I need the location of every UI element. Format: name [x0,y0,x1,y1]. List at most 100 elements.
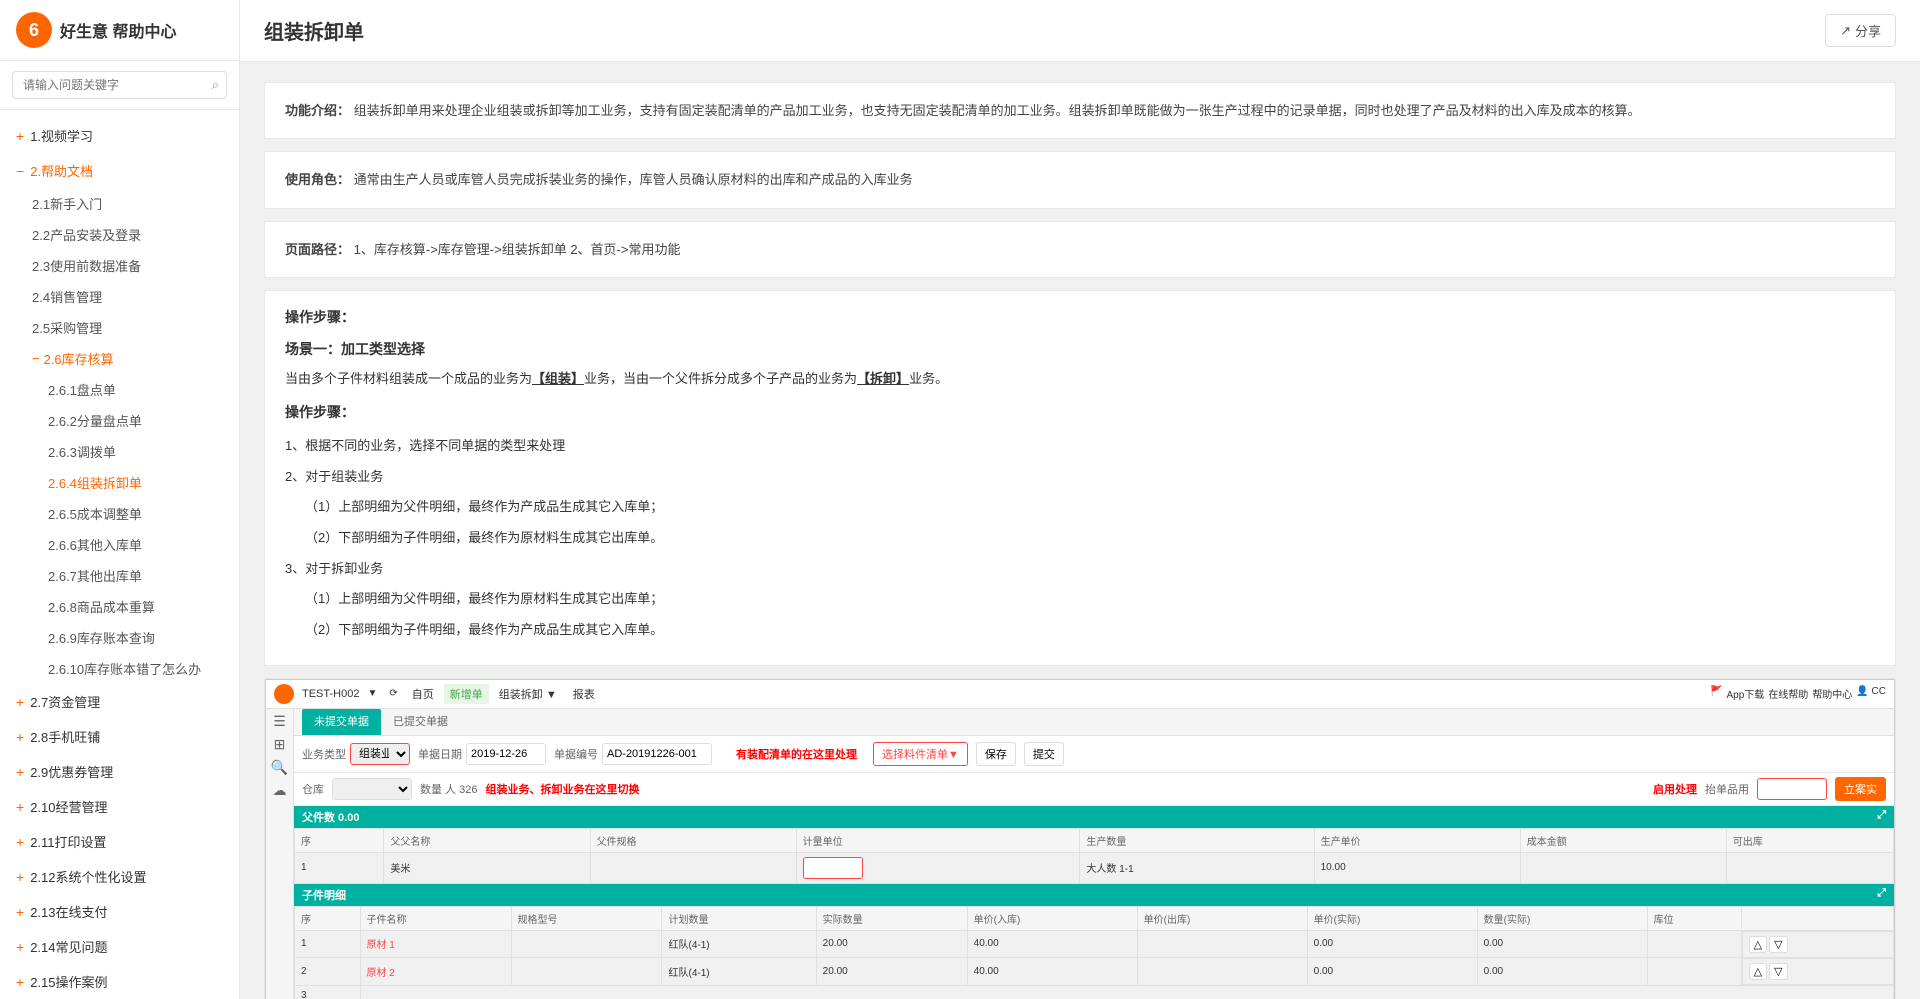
mock-toolbar-2: 仓库 数量 人 326 组装业务、拆卸业务在这里切换 启用处理 抬单品用 立案实 [294,773,1894,806]
sidebar-item-docs-2-14[interactable]: + 2.14常见问题 [0,929,239,964]
mock-menu-new[interactable]: 新增单 [444,684,489,704]
cell-prod-qty: 大人数 1-1 [1080,852,1314,883]
sidebar-item-docs-2-6-7[interactable]: 2.6.7其他出库单 [0,560,239,591]
col-parent-spec: 父件规格 [590,828,796,852]
mock-lower-expand-icon[interactable]: ⤢ [1877,887,1886,903]
mock-btn-confirm[interactable]: 立案实 [1835,777,1886,801]
lcol-spec: 规格型号 [511,906,662,930]
sidebar-item-docs-2-13[interactable]: + 2.13在线支付 [0,894,239,929]
sidebar-item-docs-2-1[interactable]: 2.1新手入门 [0,188,239,219]
sidebar-item-video[interactable]: + 1.视频学习 [0,118,239,153]
sidebar-item-docs-2-12[interactable]: + 2.12系统个性化设置 [0,859,239,894]
cell-unit [796,852,1080,883]
sidebar-item-docs-2-2[interactable]: 2.2产品安装及登录 [0,219,239,250]
app-title: 好生意 帮助中心 [60,18,176,42]
sidebar-item-docs[interactable]: − 2.帮助文档 [0,153,239,188]
mock-user-icon[interactable]: 帮助中心 [1812,686,1852,701]
row-btn-up-2[interactable]: △ [1749,963,1767,980]
sidebar-item-docs-2-10[interactable]: + 2.10经营管理 [0,789,239,824]
plus-icon: + [16,128,24,144]
share-button[interactable]: ↗ 分享 [1825,14,1896,47]
sidebar-item-docs-2-11[interactable]: + 2.11打印设置 [0,824,239,859]
mock-btn-submit[interactable]: 提交 [1024,742,1064,766]
sidebar-item-docs-2-6-10[interactable]: 2.6.10库存账本错了怎么办 [0,653,239,684]
mock-btn-save[interactable]: 保存 [976,742,1016,766]
sidebar-item-docs-2-8[interactable]: + 2.8手机旺铺 [0,719,239,754]
search-input[interactable] [12,71,227,99]
sidebar-item-docs-2-15[interactable]: + 2.15操作案例 [0,964,239,999]
intro-section: 功能介绍： 组装拆卸单用来处理企业组装或拆卸等加工业务，支持有固定装配清单的产品… [264,82,1896,139]
sidebar-item-docs-2-6-9[interactable]: 2.6.9库存账本查询 [0,622,239,653]
mock-tab-uncommitted[interactable]: 未提交单据 [302,709,381,735]
sidebar-item-docs-2-7[interactable]: + 2.7资金管理 [0,684,239,719]
mock-available-input[interactable] [1757,778,1827,800]
mock-upper-header: 父件数 0.00 ⤢ [294,806,1894,828]
search-icon[interactable]: ⌕ [212,77,219,93]
plus-icon-2-10: + [16,799,24,815]
table-row: 3 [295,985,1894,999]
mock-app-icon[interactable]: App下载 [1727,686,1765,701]
lcol-price-out: 单价(出库) [1137,906,1307,930]
mock-refresh-icon[interactable]: ⟳ [389,688,397,699]
col-seq: 序 [295,828,384,852]
mock-upper-expand-icon[interactable]: ⤢ [1877,809,1886,825]
steps-label: 操作步骤： [285,402,1875,422]
mock-warehouse-select[interactable] [332,778,412,800]
mock-tab-committed[interactable]: 已提交单据 [381,709,460,735]
share-icon: ↗ [1840,23,1851,39]
scene1-desc: 当由多个子件材料组装成一个成品的业务为【组装】业务，当由一个父件拆分成多个子产品… [285,367,1875,392]
sidebar-item-docs-2-4[interactable]: 2.4销售管理 [0,281,239,312]
sidebar-header: 6 好生意 帮助中心 [0,0,239,61]
mock-help-icon[interactable]: 在线帮助 [1768,686,1808,701]
step2-2: （2）下部明细为子件明细，最终作为原材料生成其它出库单。 [285,526,1875,551]
plus-icon-2-11: + [16,834,24,850]
lcol-location: 库位 [1647,906,1741,930]
lcol-price-actual: 单价(实际) [1307,906,1477,930]
row-btn-down[interactable]: ▽ [1769,936,1787,953]
sidebar-item-docs-2-5[interactable]: 2.5采购管理 [0,312,239,343]
mock-warehouse-label: 仓库 [302,781,324,797]
mock-lower-title: 子件明细 [302,887,346,903]
page-title: 组装拆卸单 [264,16,364,45]
sidebar-item-docs-2-6-1[interactable]: 2.6.1盘点单 [0,374,239,405]
sidebar-item-docs-2-6-4[interactable]: 2.6.4组装拆卸单 [0,467,239,498]
plus-icon-2-8: + [16,729,24,745]
mock-upper-table-container: 序 父父名称 父件规格 计量单位 生产数量 生产单价 成本金额 可出库 [294,828,1894,884]
sidebar-item-docs-2-6-2[interactable]: 2.6.2分量盘点单 [0,405,239,436]
nav-list: + 1.视频学习 − 2.帮助文档 2.1新手入门 2.2产品安装及登录 2.3… [0,110,239,999]
mock-menu-report[interactable]: 报表 [567,684,601,704]
mock-no-input[interactable] [602,743,712,765]
search-box: ⌕ [0,61,239,110]
mock-biz-type-select[interactable]: 组装业务 拆卸业务 [350,743,410,765]
mock-upper-table: 序 父父名称 父件规格 计量单位 生产数量 生产单价 成本金额 可出库 [294,828,1894,884]
step2-1: （1）上部明细为父件明细，最终作为产成品生成其它入库单； [285,495,1875,520]
mock-date-input[interactable] [466,743,546,765]
sidebar: 6 好生意 帮助中心 ⌕ + 1.视频学习 − 2.帮助文档 2.1新手入门 2… [0,0,240,999]
mock-menu-home[interactable]: 自页 [406,684,440,704]
ops-label: 操作步骤： [285,307,1875,327]
steps-section: 操作步骤： 场景一：加工类型选择 当由多个子件材料组装成一个成品的业务为【组装】… [264,290,1896,666]
plus-icon-2-9: + [16,764,24,780]
mock-btn-parts[interactable]: 选择料件清单▼ [873,742,968,766]
sidebar-item-docs-2-6-8[interactable]: 2.6.8商品成本重算 [0,591,239,622]
mock-biz-type-label: 业务类型 [302,746,346,762]
row-btn-down-2[interactable]: ▽ [1769,963,1787,980]
table-row: 2 原材 2 红队(4-1) 20.00 40.00 0.00 0.00 [295,958,1894,986]
mock-available-label: 抬单品用 [1705,781,1749,797]
sidebar-item-docs-2-9[interactable]: + 2.9优惠券管理 [0,754,239,789]
mock-menu-assembly[interactable]: 组装拆卸 ▼ [493,684,563,704]
mock-logo-icon [274,684,294,704]
sidebar-item-docs-2-3[interactable]: 2.3使用前数据准备 [0,250,239,281]
mock-left-icon-1: ☰ [273,713,286,730]
row-btn-up[interactable]: △ [1749,936,1767,953]
scene1-title: 场景一：加工类型选择 [285,339,1875,359]
mock-avatar: 👤 CC [1856,686,1886,701]
sidebar-item-docs-2-6[interactable]: − 2.6库存核算 [0,343,239,374]
cell-unit-input[interactable] [803,857,863,879]
plus-icon-2-13: + [16,904,24,920]
lcol-name: 子件名称 [360,906,511,930]
sidebar-item-docs-2-6-6[interactable]: 2.6.6其他入库单 [0,529,239,560]
sidebar-item-docs-2-6-3[interactable]: 2.6.3调拨单 [0,436,239,467]
lcol-qty-actual: 数量(实际) [1477,906,1647,930]
sidebar-item-docs-2-6-5[interactable]: 2.6.5成本调整单 [0,498,239,529]
